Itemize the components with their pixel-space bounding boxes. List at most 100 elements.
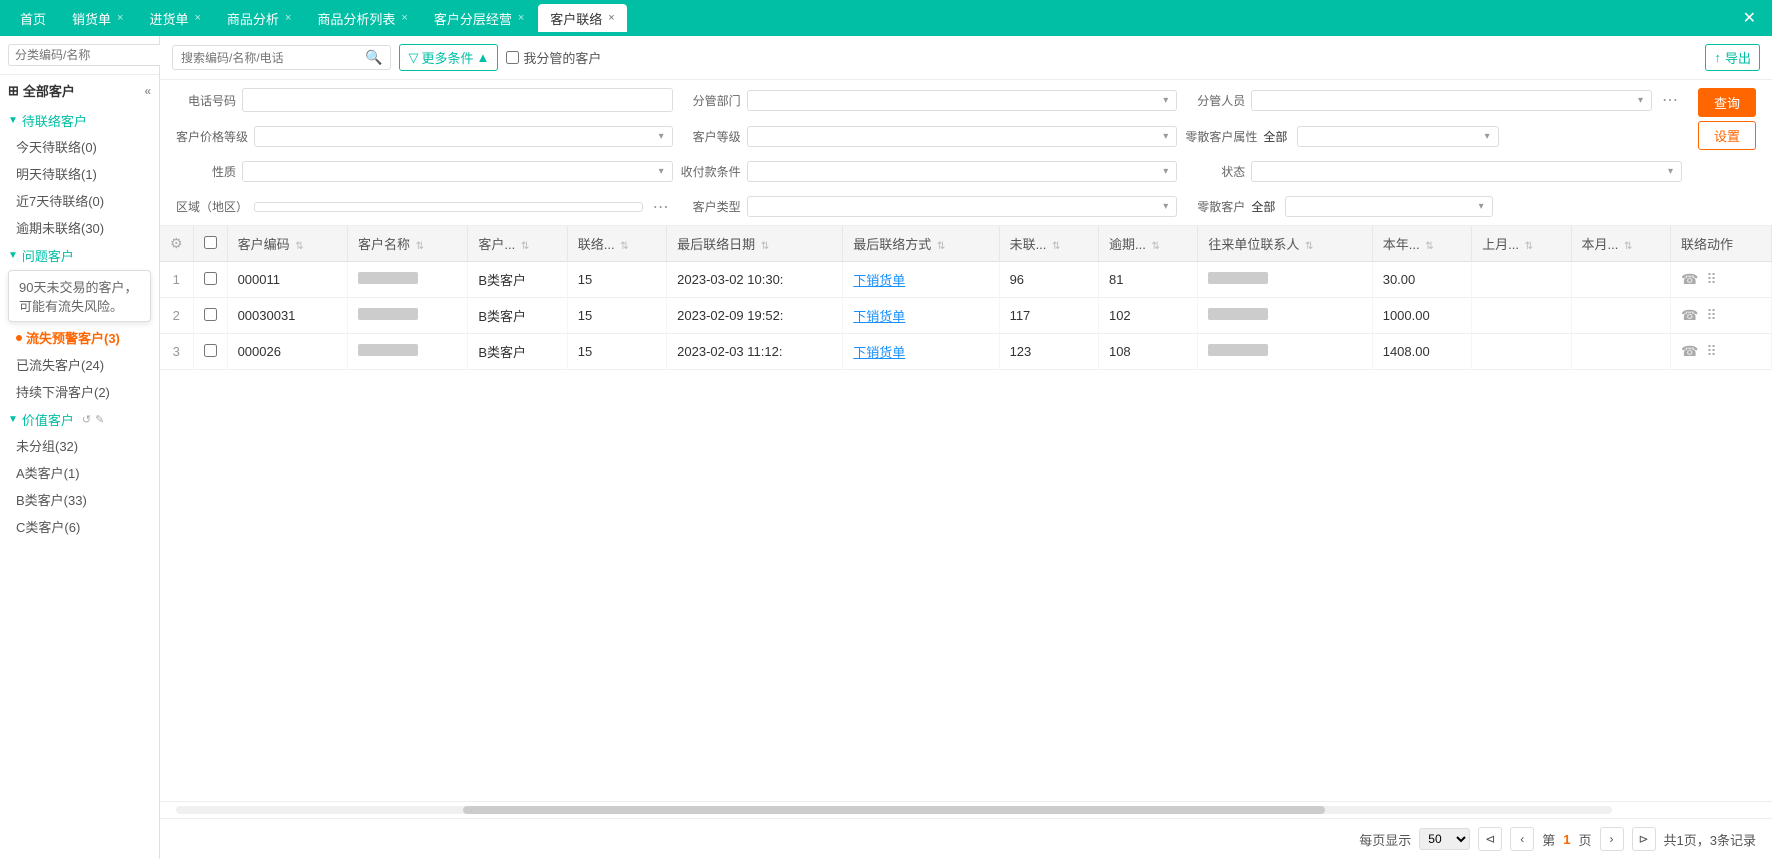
close-window-button[interactable]: ✕ bbox=[1735, 4, 1764, 32]
phone-input[interactable] bbox=[242, 88, 673, 112]
tab-home[interactable]: 首页 bbox=[8, 4, 58, 32]
tab-product-analysis[interactable]: 商品分析 × bbox=[215, 4, 303, 32]
sort-icon-overdue[interactable]: ⇅ bbox=[1151, 241, 1159, 252]
main-search-input[interactable] bbox=[181, 51, 361, 65]
export-button[interactable]: ↑ 导出 bbox=[1705, 44, 1760, 71]
sort-icon-type[interactable]: ⇅ bbox=[521, 241, 529, 252]
tooltip-churn-risk: 90天未交易的客户，可能有流失风险。 bbox=[8, 270, 151, 322]
row-contact-icon-1[interactable]: ☎ bbox=[1681, 307, 1698, 324]
tab-customer-contact[interactable]: 客户联络 × bbox=[538, 4, 626, 32]
sort-icon-name[interactable]: ⇅ bbox=[416, 241, 424, 252]
select-all-checkbox[interactable] bbox=[204, 236, 217, 249]
horizontal-scrollbar[interactable] bbox=[176, 806, 1612, 814]
sort-icon-contacts[interactable]: ⇅ bbox=[1305, 241, 1313, 252]
row-last-method-2[interactable]: 下销货单 bbox=[843, 334, 999, 370]
dots-button-2[interactable]: ⋯ bbox=[649, 197, 673, 217]
row-check-1[interactable] bbox=[193, 298, 227, 334]
nature-select[interactable]: ▾ bbox=[242, 161, 673, 182]
prev-page-btn[interactable]: ‹ bbox=[1510, 827, 1534, 851]
dots-button-1[interactable]: ⋯ bbox=[1658, 90, 1682, 110]
row-more-icon-0[interactable]: ⠿ bbox=[1706, 271, 1716, 288]
edit-icon[interactable]: ✎ bbox=[95, 413, 104, 426]
my-customers-check[interactable] bbox=[506, 51, 519, 64]
row-more-icon-2[interactable]: ⠿ bbox=[1706, 343, 1716, 360]
main-search-icon[interactable]: 🔍 bbox=[365, 49, 382, 66]
sidebar-item-ungrouped[interactable]: 未分组(32) bbox=[0, 432, 159, 459]
close-tab-purchase[interactable]: × bbox=[194, 12, 200, 24]
sidebar-item-churned[interactable]: 已流失客户(24) bbox=[0, 351, 159, 378]
scrollbar-thumb[interactable] bbox=[463, 806, 1325, 814]
sidebar-item-declining[interactable]: 持续下滑客户(2) bbox=[0, 378, 159, 405]
sidebar-item-b-customers[interactable]: B类客户(33) bbox=[0, 486, 159, 513]
first-page-btn[interactable]: ⊲ bbox=[1478, 827, 1502, 851]
collapse-icon[interactable]: « bbox=[144, 84, 151, 98]
tab-sales[interactable]: 销货单 × bbox=[60, 4, 135, 32]
row-more-icon-1[interactable]: ⠿ bbox=[1706, 307, 1716, 324]
col-checkbox[interactable] bbox=[193, 226, 227, 262]
more-conditions-btn[interactable]: ▽ 更多条件 ▲ bbox=[399, 44, 498, 71]
sort-icon-last-month[interactable]: ⇅ bbox=[1525, 241, 1533, 252]
row-last-method-0[interactable]: 下销货单 bbox=[843, 262, 999, 298]
price-grade-select[interactable]: ▾ bbox=[254, 126, 673, 147]
status-select[interactable]: ▾ bbox=[1251, 161, 1682, 182]
sidebar-item-7day-contact[interactable]: 近7天待联络(0) bbox=[0, 187, 159, 214]
col-gear[interactable]: ⚙ bbox=[160, 226, 193, 262]
next-page-btn[interactable]: › bbox=[1600, 827, 1624, 851]
row-this-month-0 bbox=[1571, 262, 1670, 298]
row-check-0[interactable] bbox=[193, 262, 227, 298]
tab-purchase[interactable]: 进货单 × bbox=[137, 4, 212, 32]
settings-gear-icon[interactable]: ⚙ bbox=[170, 235, 183, 251]
category-search-input[interactable] bbox=[8, 44, 177, 66]
tab-product-analysis-list[interactable]: 商品分析列表 × bbox=[305, 4, 419, 32]
row-checkbox-2[interactable] bbox=[204, 344, 217, 357]
row-last-method-1[interactable]: 下销货单 bbox=[843, 298, 999, 334]
sidebar-item-a-customers[interactable]: A类客户(1) bbox=[0, 459, 159, 486]
sidebar-item-overdue-contact[interactable]: 逾期未联络(30) bbox=[0, 214, 159, 241]
department-select[interactable]: ▾ bbox=[747, 90, 1178, 111]
sort-icon-this-year[interactable]: ⇅ bbox=[1425, 241, 1433, 252]
row-actions-1: ☎ ⠿ bbox=[1670, 298, 1771, 334]
close-tab-product-analysis[interactable]: × bbox=[285, 12, 291, 24]
section-value-customers[interactable]: ▼ 价值客户 ↺ ✎ bbox=[0, 405, 159, 432]
manager-select[interactable]: ▾ bbox=[1251, 90, 1652, 111]
zero-retail-attr-select[interactable]: ▾ bbox=[1297, 126, 1498, 147]
close-tab-product-analysis-list[interactable]: × bbox=[401, 12, 407, 24]
zero-retail-select[interactable]: ▾ bbox=[1285, 196, 1492, 217]
row-checkbox-0[interactable] bbox=[204, 272, 217, 285]
tab-customer-segment[interactable]: 客户分层经营 × bbox=[422, 4, 536, 32]
region-select[interactable] bbox=[254, 202, 643, 212]
col-customer-code: 客户编码 ⇅ bbox=[227, 226, 347, 262]
close-tab-customer-segment[interactable]: × bbox=[518, 12, 524, 24]
sidebar-item-churn-warning[interactable]: 流失预警客户(3) bbox=[0, 324, 159, 351]
sort-icon-method[interactable]: ⇅ bbox=[937, 241, 945, 252]
payment-select[interactable]: ▾ bbox=[747, 161, 1178, 182]
sort-icon-this-month[interactable]: ⇅ bbox=[1624, 241, 1632, 252]
sidebar-item-today-contact[interactable]: 今天待联络(0) bbox=[0, 133, 159, 160]
close-tab-sales[interactable]: × bbox=[117, 12, 123, 24]
settings-button[interactable]: 设置 bbox=[1698, 121, 1756, 150]
section-problem-customers[interactable]: ▼ 问题客户 bbox=[0, 241, 159, 268]
sort-icon-code[interactable]: ⇅ bbox=[295, 241, 303, 252]
sort-icon-not-contacted[interactable]: ⇅ bbox=[1052, 241, 1060, 252]
row-checkbox-1[interactable] bbox=[204, 308, 217, 321]
per-page-select[interactable]: 50 100 200 bbox=[1419, 828, 1470, 850]
my-customers-checkbox[interactable]: 我分管的客户 bbox=[506, 48, 601, 67]
row-not-contacted-0: 96 bbox=[999, 262, 1098, 298]
sidebar-item-c-customers[interactable]: C类客户(6) bbox=[0, 513, 159, 540]
col-last-contact-date: 最后联络日期 ⇅ bbox=[667, 226, 843, 262]
sort-icon-contact[interactable]: ⇅ bbox=[620, 241, 628, 252]
row-contact-icon-2[interactable]: ☎ bbox=[1681, 343, 1698, 360]
customer-grade-select[interactable]: ▾ bbox=[747, 126, 1178, 147]
query-button[interactable]: 查询 bbox=[1698, 88, 1756, 117]
last-page-btn[interactable]: ⊳ bbox=[1632, 827, 1656, 851]
row-overdue-0: 81 bbox=[1098, 262, 1197, 298]
section-pending-contact[interactable]: ▼ 待联络客户 bbox=[0, 106, 159, 133]
all-customers-header[interactable]: ⊞ 全部客户 « bbox=[0, 75, 159, 106]
row-contact-icon-0[interactable]: ☎ bbox=[1681, 271, 1698, 288]
customer-type-select[interactable]: ▾ bbox=[747, 196, 1178, 217]
sidebar-item-tomorrow-contact[interactable]: 明天待联络(1) bbox=[0, 160, 159, 187]
close-tab-customer-contact[interactable]: × bbox=[608, 12, 614, 24]
refresh-icon[interactable]: ↺ bbox=[82, 413, 91, 426]
row-check-2[interactable] bbox=[193, 334, 227, 370]
sort-icon-date[interactable]: ⇅ bbox=[761, 241, 769, 252]
